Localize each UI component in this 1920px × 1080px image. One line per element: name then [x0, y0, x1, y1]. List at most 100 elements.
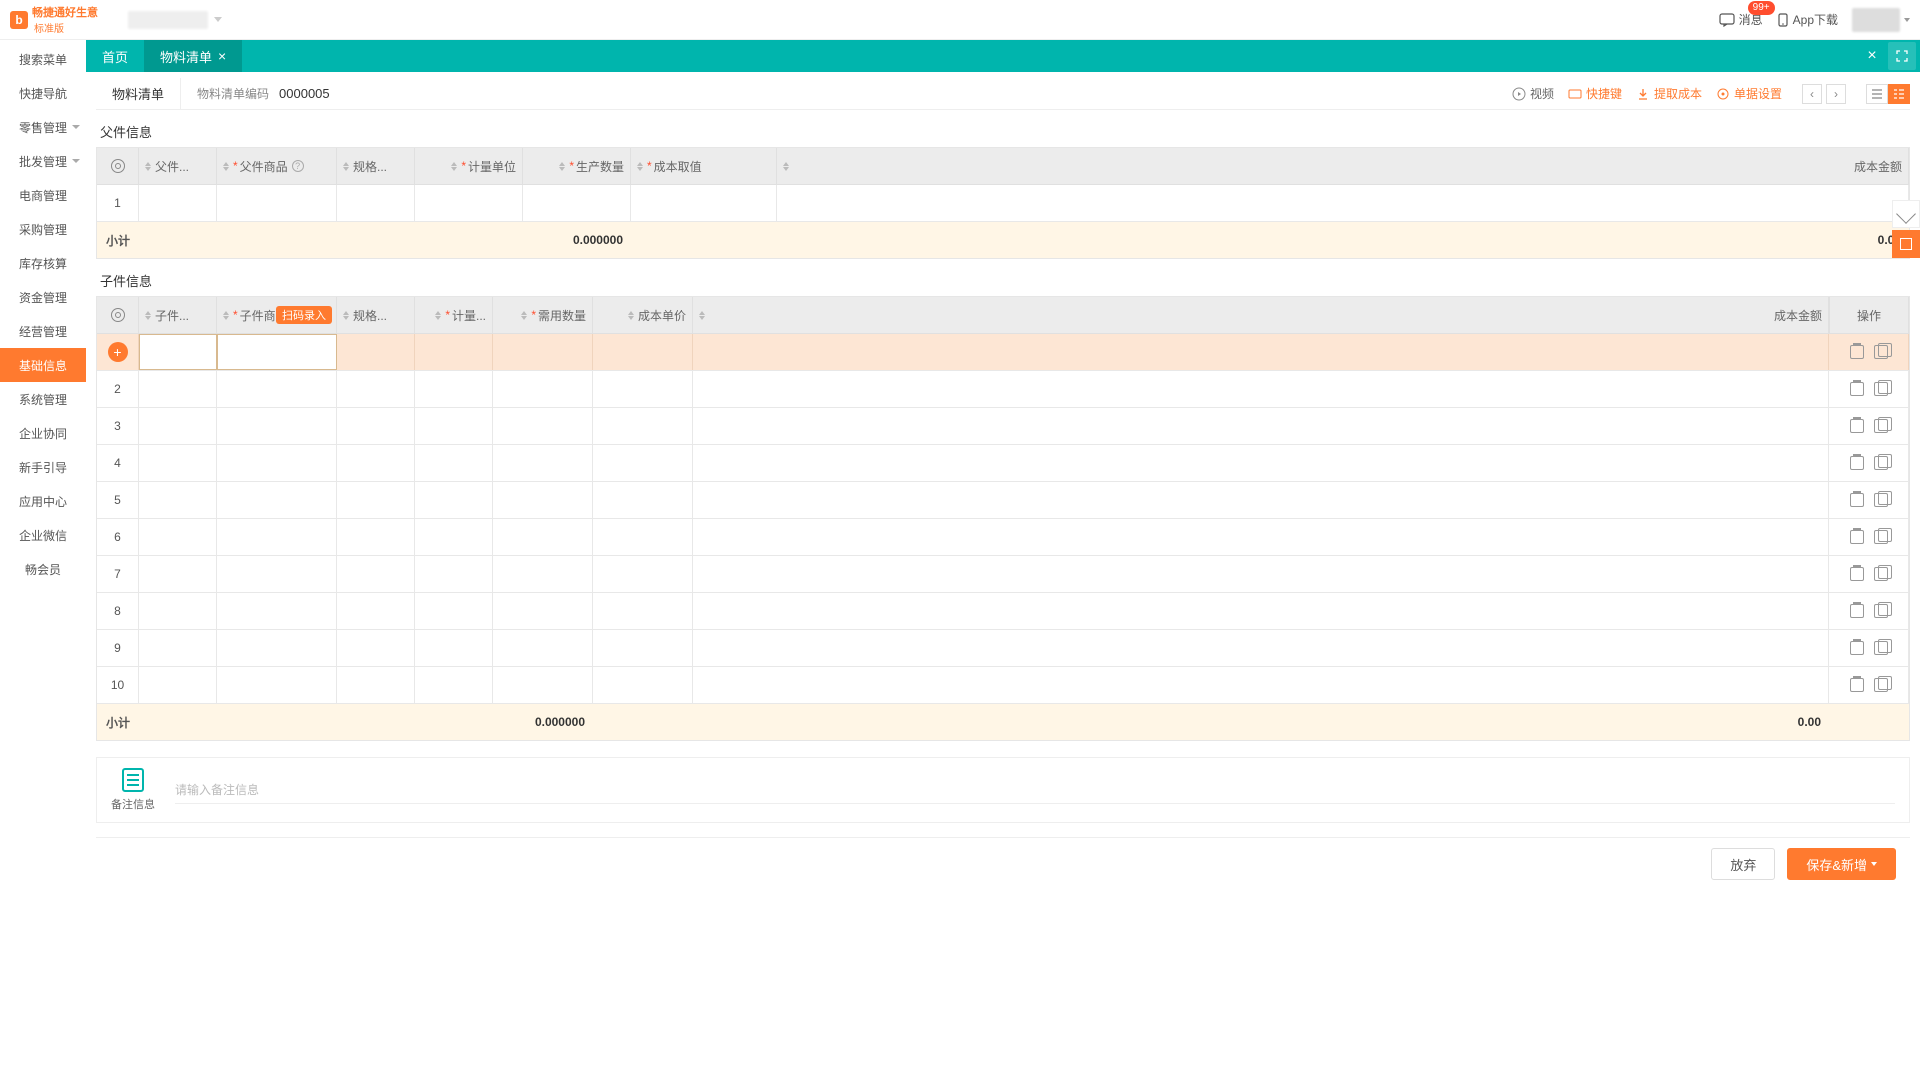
- delete-row-button[interactable]: [1850, 493, 1864, 507]
- sidebar-item[interactable]: 畅会员: [0, 552, 86, 586]
- col-child-code[interactable]: 子件...: [139, 297, 217, 333]
- sidebar-item[interactable]: 新手引导: [0, 450, 86, 484]
- copy-row-button[interactable]: [1874, 345, 1888, 359]
- col-parent-unit[interactable]: *计量单位: [415, 148, 523, 184]
- table-row[interactable]: 1: [97, 185, 1909, 222]
- copy-row-button[interactable]: [1874, 493, 1888, 507]
- tabs-close-all-button[interactable]: ×: [1858, 42, 1886, 70]
- column-settings-button[interactable]: [97, 148, 139, 184]
- col-parent-product[interactable]: *父件商品?: [217, 148, 337, 184]
- avatar: [1852, 8, 1900, 32]
- table-row[interactable]: 6: [97, 519, 1909, 556]
- add-row-button[interactable]: +: [108, 342, 128, 362]
- column-settings-button[interactable]: [97, 297, 139, 333]
- col-parent-code[interactable]: 父件...: [139, 148, 217, 184]
- delete-row-button[interactable]: [1850, 678, 1864, 692]
- remark-input[interactable]: [175, 777, 1895, 804]
- table-row[interactable]: 8: [97, 593, 1909, 630]
- col-child-unitcost[interactable]: 成本单价: [593, 297, 693, 333]
- float-edit-button[interactable]: [1892, 200, 1920, 228]
- sidebar-item[interactable]: 经营管理: [0, 314, 86, 348]
- delete-row-button[interactable]: [1850, 641, 1864, 655]
- col-child-needqty[interactable]: *需用数量: [493, 297, 593, 333]
- col-child-unit[interactable]: *计量...: [415, 297, 493, 333]
- delete-row-button[interactable]: [1850, 345, 1864, 359]
- table-row[interactable]: +: [97, 334, 1909, 371]
- app-download-button[interactable]: App下载: [1777, 11, 1838, 28]
- company-selector[interactable]: [128, 11, 222, 29]
- copy-row-button[interactable]: [1874, 382, 1888, 396]
- col-parent-prodqty[interactable]: *生产数量: [523, 148, 631, 184]
- copy-row-button[interactable]: [1874, 456, 1888, 470]
- row-ops: [1829, 593, 1909, 629]
- table-row[interactable]: 9: [97, 630, 1909, 667]
- tab-home[interactable]: 首页: [86, 40, 144, 72]
- close-icon[interactable]: ×: [218, 49, 226, 63]
- pager-next[interactable]: ›: [1826, 84, 1846, 104]
- help-icon[interactable]: ?: [292, 160, 304, 172]
- pager-prev[interactable]: ‹: [1802, 84, 1822, 104]
- sidebar-item[interactable]: 零售管理: [0, 110, 86, 144]
- tab-bom-label: 物料清单: [160, 47, 212, 66]
- sidebar-item[interactable]: 搜索菜单: [0, 42, 86, 76]
- sidebar-item[interactable]: 系统管理: [0, 382, 86, 416]
- table-row[interactable]: 4: [97, 445, 1909, 482]
- form-icon: [1893, 89, 1905, 99]
- table-row[interactable]: 5: [97, 482, 1909, 519]
- parent-section-title: 父件信息: [100, 122, 1910, 141]
- view-form-button[interactable]: [1888, 84, 1910, 104]
- delete-row-button[interactable]: [1850, 604, 1864, 618]
- square-icon: [1900, 238, 1912, 250]
- download-icon: [1777, 13, 1789, 27]
- delete-row-button[interactable]: [1850, 567, 1864, 581]
- user-menu[interactable]: [1852, 8, 1910, 32]
- sidebar-item[interactable]: 基础信息: [0, 348, 86, 382]
- copy-row-button[interactable]: [1874, 567, 1888, 581]
- action-doc-settings[interactable]: 单据设置: [1716, 85, 1782, 102]
- action-extract-cost[interactable]: 提取成本: [1636, 85, 1702, 102]
- action-shortcut[interactable]: 快捷键: [1568, 85, 1622, 102]
- sidebar-item[interactable]: 资金管理: [0, 280, 86, 314]
- sidebar-item[interactable]: 应用中心: [0, 484, 86, 518]
- company-name-placeholder: [128, 11, 208, 29]
- col-child-ops: 操作: [1829, 297, 1909, 333]
- sidebar-item[interactable]: 电商管理: [0, 178, 86, 212]
- col-parent-costbasis[interactable]: *成本取值: [631, 148, 777, 184]
- brand-name: 畅捷通好生意: [32, 4, 98, 20]
- sidebar-item[interactable]: 库存核算: [0, 246, 86, 280]
- copy-row-button[interactable]: [1874, 604, 1888, 618]
- scan-entry-button[interactable]: 扫码录入: [276, 306, 332, 324]
- delete-row-button[interactable]: [1850, 530, 1864, 544]
- sidebar-item[interactable]: 企业微信: [0, 518, 86, 552]
- gear-icon: [111, 308, 125, 322]
- tabs-fullscreen-button[interactable]: [1888, 42, 1916, 70]
- table-row[interactable]: 2: [97, 371, 1909, 408]
- delete-row-button[interactable]: [1850, 382, 1864, 396]
- messages-button[interactable]: 消息 99+: [1719, 11, 1763, 28]
- sidebar-item[interactable]: 采购管理: [0, 212, 86, 246]
- col-child-product[interactable]: *子件商扫码录入: [217, 297, 337, 333]
- float-expand-button[interactable]: [1892, 230, 1920, 258]
- sidebar-item[interactable]: 批发管理: [0, 144, 86, 178]
- tab-bom[interactable]: 物料清单 ×: [144, 40, 242, 72]
- row-index: 5: [97, 482, 139, 518]
- col-child-costamount[interactable]: 成本金额: [693, 297, 1829, 333]
- action-video[interactable]: 视频: [1512, 85, 1554, 102]
- discard-button[interactable]: 放弃: [1711, 848, 1775, 880]
- col-parent-spec[interactable]: 规格...: [337, 148, 415, 184]
- copy-row-button[interactable]: [1874, 419, 1888, 433]
- save-add-button[interactable]: 保存&新增: [1787, 848, 1896, 880]
- table-row[interactable]: 3: [97, 408, 1909, 445]
- sidebar-item[interactable]: 快捷导航: [0, 76, 86, 110]
- delete-row-button[interactable]: [1850, 456, 1864, 470]
- sidebar-item[interactable]: 企业协同: [0, 416, 86, 450]
- view-list-button[interactable]: [1866, 84, 1888, 104]
- table-row[interactable]: 7: [97, 556, 1909, 593]
- copy-row-button[interactable]: [1874, 530, 1888, 544]
- col-parent-costamount[interactable]: 成本金额: [777, 148, 1909, 184]
- delete-row-button[interactable]: [1850, 419, 1864, 433]
- col-child-spec[interactable]: 规格...: [337, 297, 415, 333]
- table-row[interactable]: 10: [97, 667, 1909, 704]
- copy-row-button[interactable]: [1874, 678, 1888, 692]
- copy-row-button[interactable]: [1874, 641, 1888, 655]
